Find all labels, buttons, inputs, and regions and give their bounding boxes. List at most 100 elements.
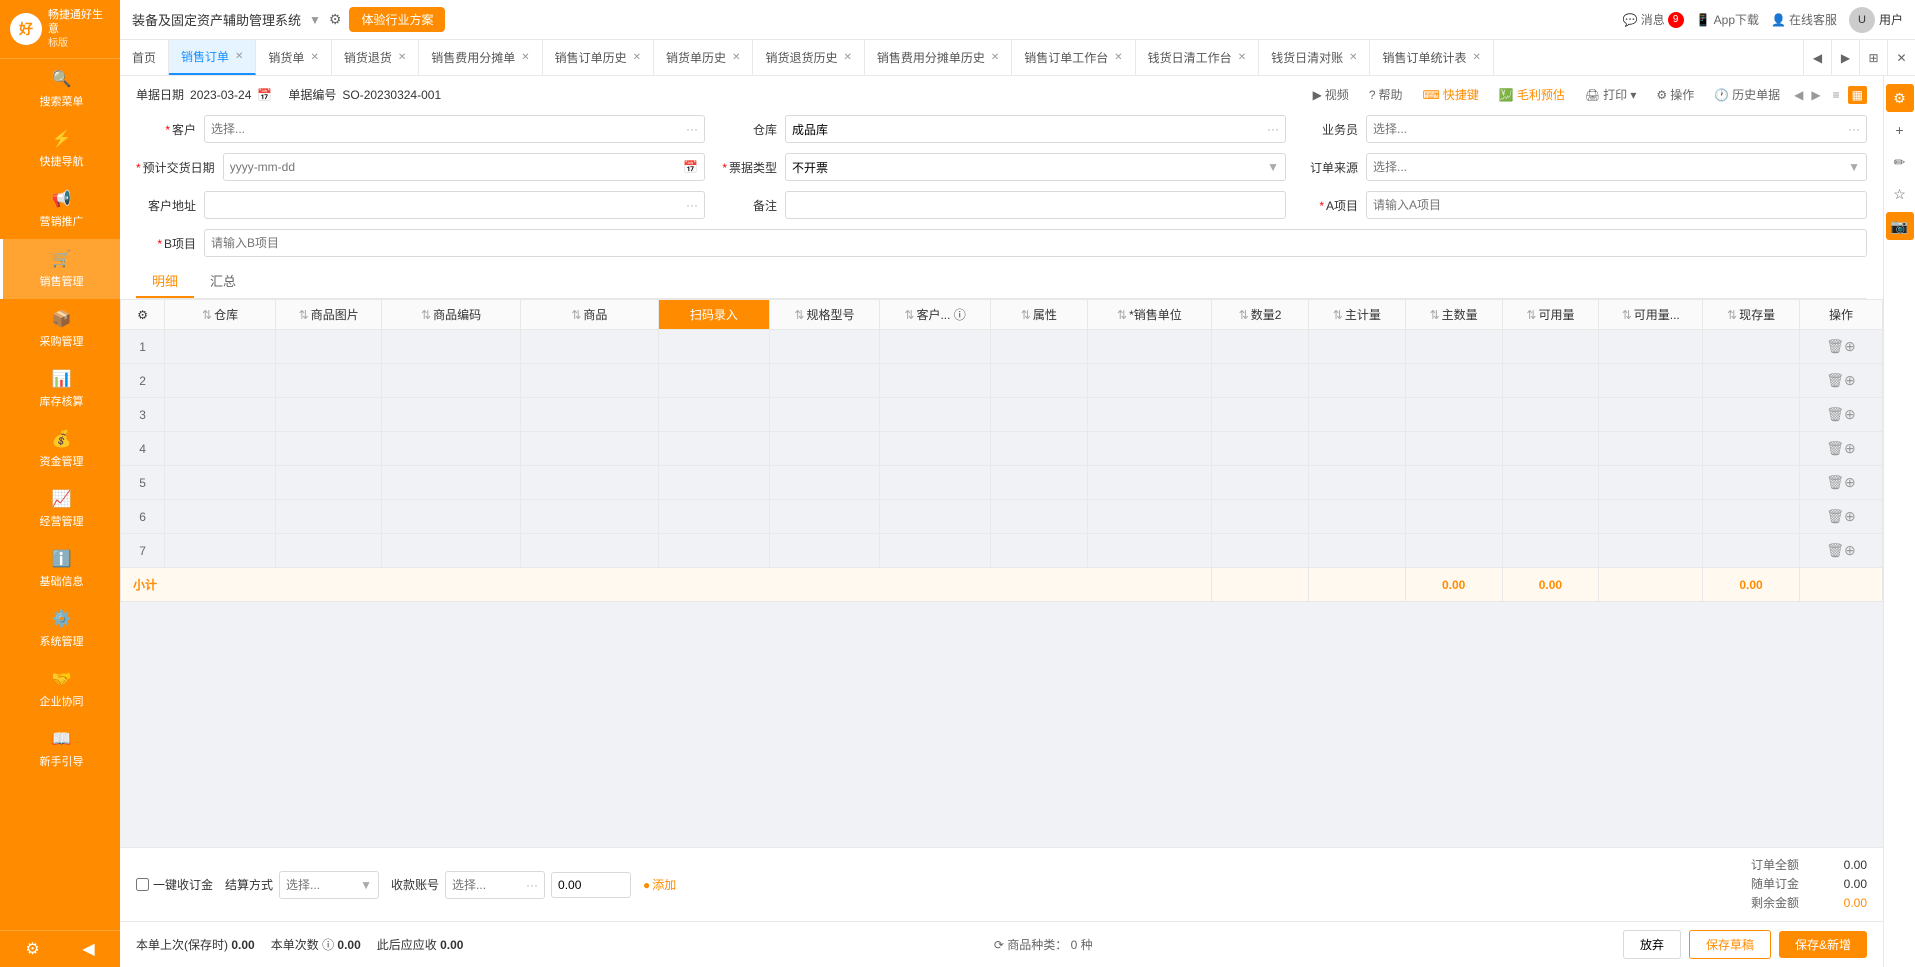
- copy-row-icon[interactable]: ⊕: [1844, 406, 1856, 422]
- payment-dropdown[interactable]: ▼: [360, 878, 372, 892]
- tab-close-icon[interactable]: ✕: [1473, 52, 1481, 63]
- nav-prev-icon[interactable]: ◀: [1794, 88, 1803, 102]
- save-new-button[interactable]: 保存&新增: [1779, 931, 1867, 958]
- warehouse-more-icon[interactable]: ···: [1267, 122, 1279, 136]
- solution-button[interactable]: 体验行业方案: [349, 7, 445, 32]
- col-product-img[interactable]: ⇅商品图片: [275, 300, 382, 330]
- address-wrapper[interactable]: ···: [204, 191, 705, 219]
- col-qty2[interactable]: ⇅数量2: [1212, 300, 1309, 330]
- tab-expense-history[interactable]: 销售费用分摊单历史 ✕: [865, 40, 1012, 75]
- tab-close-icon[interactable]: ✕: [732, 52, 740, 63]
- tab-sales-return[interactable]: 销货退货 ✕: [332, 40, 419, 75]
- warehouse-input-wrapper[interactable]: ···: [785, 115, 1286, 143]
- delete-row-icon[interactable]: 🗑: [1826, 542, 1844, 558]
- right-edit-icon[interactable]: ✏: [1886, 148, 1914, 176]
- invoice-dropdown-icon[interactable]: ▼: [1267, 160, 1279, 174]
- dropdown-arrow-icon[interactable]: ▼: [309, 13, 321, 27]
- salesperson-more-icon[interactable]: ···: [1848, 122, 1860, 136]
- copy-row-icon[interactable]: ⊕: [1844, 338, 1856, 354]
- tab-close-icon[interactable]: ✕: [843, 52, 851, 63]
- help-btn[interactable]: ?帮助: [1363, 84, 1409, 105]
- copy-row-icon[interactable]: ⊕: [1844, 508, 1856, 524]
- account-select[interactable]: ···: [445, 871, 545, 899]
- copy-row-icon[interactable]: ⊕: [1844, 372, 1856, 388]
- print-btn[interactable]: 🖨打印 ▾: [1579, 84, 1643, 105]
- profit-btn[interactable]: 💹毛利预估: [1493, 84, 1571, 105]
- tab-invoice-history[interactable]: 销货单历史 ✕: [654, 40, 753, 75]
- order-source-input[interactable]: [1373, 160, 1844, 174]
- order-source-dropdown[interactable]: ▼: [1848, 160, 1860, 174]
- order-source-wrapper[interactable]: ▼: [1366, 153, 1867, 181]
- settings-bottom-icon[interactable]: ⚙: [25, 939, 39, 959]
- a-project-wrapper[interactable]: [1366, 191, 1867, 219]
- col-spec[interactable]: ⇅规格型号: [769, 300, 880, 330]
- add-button[interactable]: ● 添加: [643, 876, 676, 893]
- customer-input[interactable]: [211, 122, 682, 136]
- tab-order-statistics[interactable]: 销售订单统计表 ✕: [1370, 40, 1493, 75]
- calendar-icon[interactable]: 📅: [257, 88, 272, 102]
- discard-button[interactable]: 放弃: [1623, 930, 1681, 959]
- salesperson-input[interactable]: [1373, 122, 1844, 136]
- delivery-date-wrapper[interactable]: 📅: [223, 153, 705, 181]
- sidebar-item-inventory[interactable]: 📊 库存核算: [0, 359, 120, 419]
- address-more-icon[interactable]: ···: [686, 198, 698, 212]
- amount-input[interactable]: [551, 872, 631, 898]
- delete-row-icon[interactable]: 🗑: [1826, 406, 1844, 422]
- sidebar-item-operations[interactable]: 📈 经营管理: [0, 479, 120, 539]
- sidebar-item-guide[interactable]: 📖 新手引导: [0, 719, 120, 779]
- address-input[interactable]: [211, 198, 682, 212]
- operations-btn[interactable]: ⚙操作: [1650, 84, 1700, 105]
- delete-row-icon[interactable]: 🗑: [1826, 372, 1844, 388]
- table-scroll[interactable]: ⚙ ⇅仓库 ⇅商品图片 ⇅商品编码 ⇅商品 扫码录入 ⇅规格型号 ⇅客户... …: [120, 299, 1883, 847]
- col-settings[interactable]: ⚙: [121, 300, 165, 330]
- tab-summary[interactable]: 汇总: [194, 265, 252, 298]
- sidebar-item-purchase[interactable]: 📦 采购管理: [0, 299, 120, 359]
- delivery-date-input[interactable]: [230, 160, 679, 174]
- delete-row-icon[interactable]: 🗑: [1826, 440, 1844, 456]
- app-download-btn[interactable]: 📱 App下载: [1696, 11, 1759, 28]
- tab-daily-workbench[interactable]: 钱货日清工作台 ✕: [1136, 40, 1259, 75]
- nav-next-icon[interactable]: ▶: [1811, 88, 1820, 102]
- col-main-qty[interactable]: ⇅主数量: [1405, 300, 1502, 330]
- sidebar-item-enterprise[interactable]: 🤝 企业协同: [0, 659, 120, 719]
- right-add-icon[interactable]: +: [1886, 116, 1914, 144]
- col-warehouse[interactable]: ⇅仓库: [165, 300, 276, 330]
- calendar-icon2[interactable]: 📅: [683, 160, 698, 174]
- account-more-icon[interactable]: ···: [526, 878, 538, 892]
- account-input[interactable]: [452, 878, 522, 892]
- tab-close-icon[interactable]: ✕: [633, 52, 641, 63]
- tab-close-icon[interactable]: ✕: [1238, 52, 1246, 63]
- tab-detail[interactable]: 明细: [136, 265, 194, 298]
- tab-close-icon[interactable]: ✕: [521, 52, 529, 63]
- sidebar-item-quick[interactable]: ⚡ 快捷导航: [0, 119, 120, 179]
- more-icon[interactable]: ···: [686, 122, 698, 136]
- tab-expand-btn[interactable]: ⊞: [1859, 40, 1887, 75]
- tab-close-icon[interactable]: ✕: [1114, 52, 1122, 63]
- remark-input[interactable]: [792, 198, 1279, 212]
- warehouse-input[interactable]: [792, 122, 1263, 136]
- tab-return-history[interactable]: 销货退货历史 ✕: [753, 40, 864, 75]
- tab-order-workbench[interactable]: 销售订单工作台 ✕: [1012, 40, 1135, 75]
- delete-row-icon[interactable]: 🗑: [1826, 474, 1844, 490]
- video-btn[interactable]: ▶视频: [1307, 84, 1355, 105]
- tab-close-icon[interactable]: ✕: [991, 52, 999, 63]
- col-main-unit[interactable]: ⇅主计量: [1308, 300, 1405, 330]
- col-attr[interactable]: ⇅属性: [990, 300, 1087, 330]
- col-scan[interactable]: 扫码录入: [659, 300, 770, 330]
- online-service-btn[interactable]: 👤 在线客服: [1771, 11, 1837, 28]
- tab-sales-order[interactable]: 销售订单 ✕: [169, 40, 256, 75]
- sidebar-item-search[interactable]: 🔍 搜索菜单: [0, 59, 120, 119]
- copy-row-icon[interactable]: ⊕: [1844, 474, 1856, 490]
- col-customer-code[interactable]: ⇅客户... ⓘ: [880, 300, 991, 330]
- b-project-input[interactable]: [211, 236, 1860, 250]
- col-current[interactable]: ⇅现存量: [1703, 300, 1800, 330]
- tab-next-btn[interactable]: ▶: [1831, 40, 1859, 75]
- one-click-checkbox[interactable]: [136, 878, 149, 891]
- tab-prev-btn[interactable]: ◀: [1803, 40, 1831, 75]
- history-btn[interactable]: 🕐历史单据: [1708, 84, 1786, 105]
- col-sales-unit[interactable]: ⇅*销售单位: [1087, 300, 1211, 330]
- right-star-icon[interactable]: ☆: [1886, 180, 1914, 208]
- refresh-icon[interactable]: ⟳: [994, 938, 1004, 952]
- sidebar-item-marketing[interactable]: 📢 营销推广: [0, 179, 120, 239]
- col-product-code[interactable]: ⇅商品编码: [382, 300, 520, 330]
